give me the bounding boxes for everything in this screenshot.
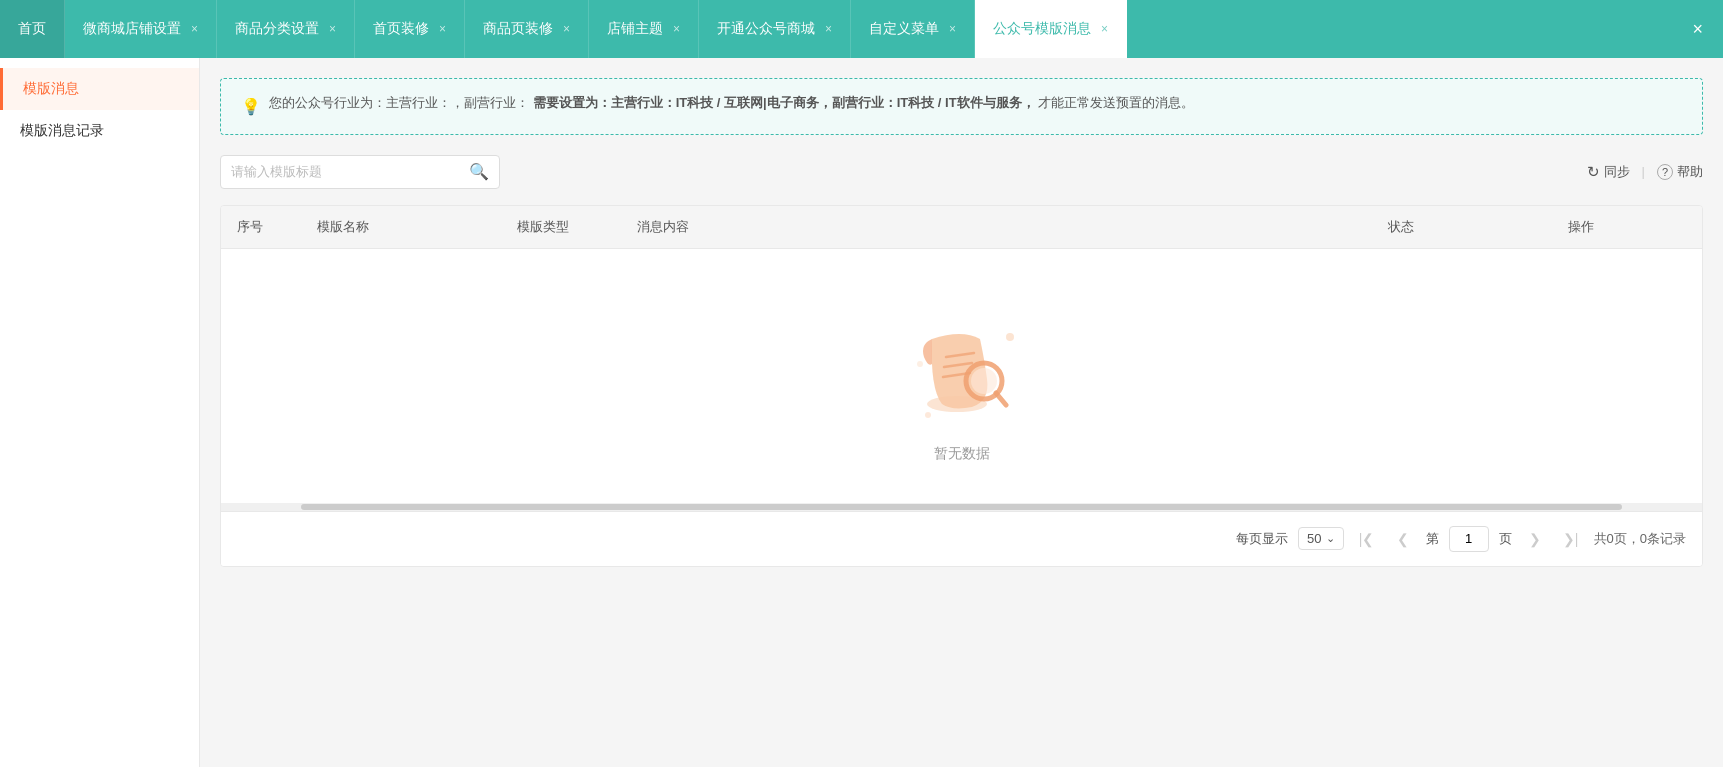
nav-label-open-mall: 开通公众号商城 (717, 20, 815, 38)
main-layout: 模版消息 模版消息记录 💡 您的公众号行业为：主营行业：，副营行业： 需要设置为… (0, 58, 1723, 767)
nav-label-home: 首页 (18, 20, 46, 38)
nav-item-category-settings[interactable]: 商品分类设置 × (217, 0, 355, 58)
svg-line-6 (996, 393, 1006, 405)
horizontal-scrollbar[interactable] (221, 503, 1702, 511)
sidebar-label-template-message: 模版消息 (23, 80, 79, 96)
content-area: 💡 您的公众号行业为：主营行业：，副营行业： 需要设置为：主营行业：IT科技 /… (200, 58, 1723, 767)
page-size-chevron: ⌄ (1326, 532, 1335, 545)
col-actions: 操作 (1552, 206, 1702, 248)
nav-item-shop-settings[interactable]: 微商城店铺设置 × (65, 0, 217, 58)
search-icon[interactable]: 🔍 (469, 162, 489, 181)
sync-label: 同步 (1604, 163, 1630, 181)
sidebar-label-template-record: 模版消息记录 (20, 122, 104, 138)
col-status: 状态 (1372, 206, 1552, 248)
data-table: 序号 模版名称 模版类型 消息内容 状态 操作 (220, 205, 1703, 567)
nav-close-shop-theme[interactable]: × (673, 22, 680, 36)
nav-item-template-msg[interactable]: 公众号模版消息 × (975, 0, 1127, 58)
col-name: 模版名称 (301, 206, 501, 248)
sync-button[interactable]: ↻ 同步 (1587, 163, 1630, 181)
notice-text-after: 才能正常发送预置的消息。 (1038, 95, 1194, 110)
nav-item-custom-menu[interactable]: 自定义菜单 × (851, 0, 975, 58)
col-content: 消息内容 (621, 206, 1372, 248)
nav-label-home-decor: 首页装修 (373, 20, 429, 38)
page-size-select[interactable]: 50 ⌄ (1298, 527, 1343, 550)
nav-close-template-msg[interactable]: × (1101, 22, 1108, 36)
sidebar-item-template-record[interactable]: 模版消息记录 (0, 110, 199, 152)
nav-item-home[interactable]: 首页 (0, 0, 65, 58)
page-size-value: 50 (1307, 531, 1321, 546)
nav-item-shop-theme[interactable]: 店铺主题 × (589, 0, 699, 58)
pagination: 每页显示 50 ⌄ |❮ ❮ 第 页 ❯ ❯| 共0页，0条记录 (221, 511, 1702, 566)
empty-svg-icon (902, 309, 1022, 429)
col-type: 模版类型 (501, 206, 621, 248)
notice-text-before: 您的公众号行业为：主营行业：，副营行业： (269, 95, 529, 110)
page-number-input[interactable] (1449, 526, 1489, 552)
notice-box: 💡 您的公众号行业为：主营行业：，副营行业： 需要设置为：主营行业：IT科技 /… (220, 78, 1703, 135)
empty-illustration (902, 309, 1022, 429)
svg-point-7 (1006, 333, 1014, 341)
next-page-button[interactable]: ❯ (1522, 526, 1548, 552)
search-toolbar: 🔍 ↻ 同步 | ? 帮助 (220, 155, 1703, 189)
prev-page-button[interactable]: ❮ (1390, 526, 1416, 552)
nav-close-product-decor[interactable]: × (563, 22, 570, 36)
nav-close-custom-menu[interactable]: × (949, 22, 956, 36)
first-page-button[interactable]: |❮ (1354, 526, 1380, 552)
nav-label-category-settings: 商品分类设置 (235, 20, 319, 38)
empty-text: 暂无数据 (934, 445, 990, 463)
help-label: 帮助 (1677, 163, 1703, 181)
page-label: 第 (1426, 530, 1439, 548)
toolbar-divider: | (1642, 164, 1645, 179)
svg-point-5 (971, 368, 997, 394)
toolbar-right: ↻ 同步 | ? 帮助 (1587, 163, 1703, 181)
col-index: 序号 (221, 206, 301, 248)
nav-item-home-decor[interactable]: 首页装修 × (355, 0, 465, 58)
sidebar: 模版消息 模版消息记录 (0, 58, 200, 767)
nav-close-open-mall[interactable]: × (825, 22, 832, 36)
nav-label-template-msg: 公众号模版消息 (993, 20, 1091, 38)
svg-point-8 (925, 412, 931, 418)
nav-label-shop-theme: 店铺主题 (607, 20, 663, 38)
empty-state: 暂无数据 (221, 249, 1702, 503)
notice-highlight: 需要设置为：主营行业：IT科技 / 互联网|电子商务，副营行业：IT科技 / I… (533, 95, 1035, 110)
search-input[interactable] (231, 164, 469, 179)
search-input-wrap[interactable]: 🔍 (220, 155, 500, 189)
notice-text: 您的公众号行业为：主营行业：，副营行业： 需要设置为：主营行业：IT科技 / 互… (269, 93, 1194, 114)
scrollbar-thumb[interactable] (301, 504, 1622, 510)
nav-label-shop-settings: 微商城店铺设置 (83, 20, 181, 38)
page-size-label: 每页显示 (1236, 530, 1288, 548)
help-button[interactable]: ? 帮助 (1657, 163, 1703, 181)
nav-close-shop-settings[interactable]: × (191, 22, 198, 36)
nav-label-custom-menu: 自定义菜单 (869, 20, 939, 38)
nav-close-home-decor[interactable]: × (439, 22, 446, 36)
svg-point-9 (917, 361, 923, 367)
nav-item-open-mall[interactable]: 开通公众号商城 × (699, 0, 851, 58)
nav-close-all-button[interactable]: × (1672, 0, 1723, 58)
table-header: 序号 模版名称 模版类型 消息内容 状态 操作 (221, 206, 1702, 249)
notice-icon: 💡 (241, 94, 261, 120)
nav-item-product-decor[interactable]: 商品页装修 × (465, 0, 589, 58)
help-icon: ? (1657, 164, 1673, 180)
last-page-button[interactable]: ❯| (1558, 526, 1584, 552)
page-unit: 页 (1499, 530, 1512, 548)
nav-label-product-decor: 商品页装修 (483, 20, 553, 38)
top-navigation: 首页 微商城店铺设置 × 商品分类设置 × 首页装修 × 商品页装修 × 店铺主… (0, 0, 1723, 58)
total-info: 共0页，0条记录 (1594, 530, 1686, 548)
sync-icon: ↻ (1587, 163, 1600, 181)
sidebar-item-template-message[interactable]: 模版消息 (0, 68, 199, 110)
nav-close-category-settings[interactable]: × (329, 22, 336, 36)
